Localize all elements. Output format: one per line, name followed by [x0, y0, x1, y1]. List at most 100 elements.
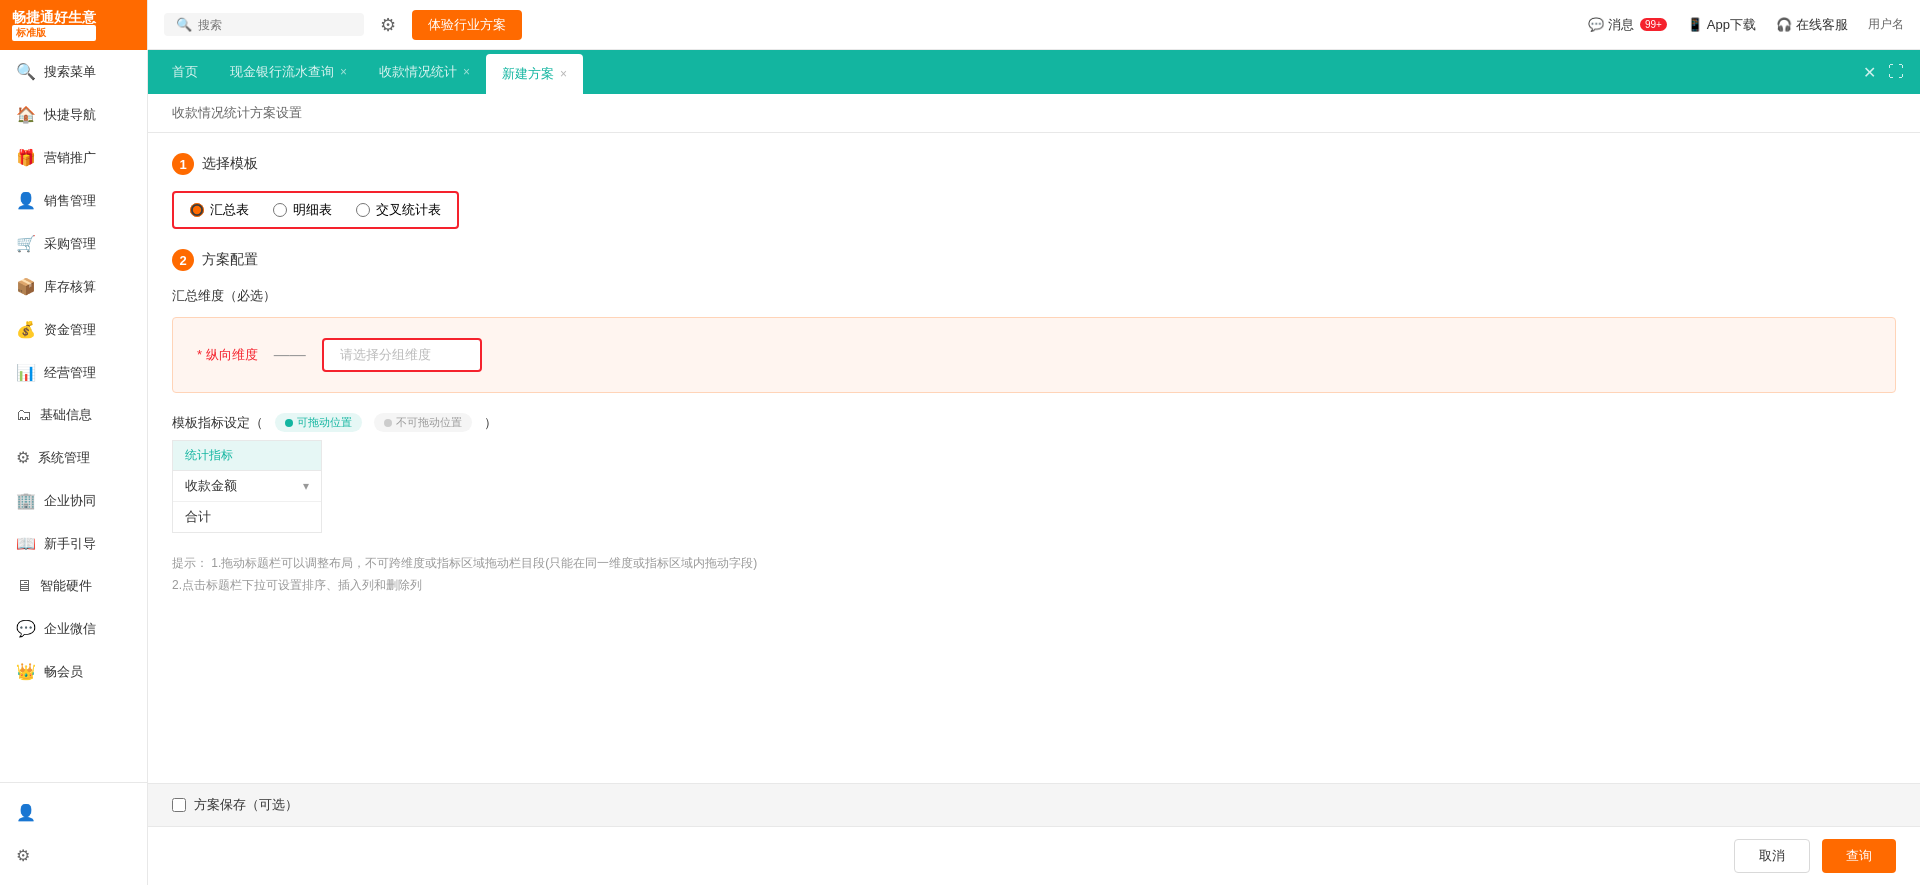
person-icon: 👤	[16, 803, 36, 822]
sidebar-item-system[interactable]: ⚙ 系统管理	[0, 436, 147, 479]
tip-1: 提示： 1.拖动标题栏可以调整布局，不可跨维度或指标区域拖动栏目段(只能在同一维…	[172, 553, 1896, 575]
sidebar-item-member[interactable]: 👑 畅会员	[0, 650, 147, 693]
dimension-area: * 纵向维度 —— 请选择分组维度	[172, 317, 1896, 393]
sidebar-label-search-menu: 搜索菜单	[44, 63, 96, 81]
sidebar-item-basic-info[interactable]: 🗂 基础信息	[0, 394, 147, 436]
footer-save: 方案保存（可选）	[148, 783, 1920, 826]
sidebar-logo: 畅捷通好生意 标准版	[0, 0, 147, 50]
metrics-table-header: 统计指标	[173, 441, 321, 471]
user-name: 用户名	[1868, 16, 1904, 33]
sidebar-item-hardware[interactable]: 🖥 智能硬件	[0, 565, 147, 607]
not-draggable-label: 不可拖动位置	[396, 415, 462, 430]
radio-cross[interactable]	[356, 203, 370, 217]
radio-detail[interactable]	[273, 203, 287, 217]
tab-new-plan[interactable]: 新建方案 ×	[486, 54, 583, 94]
message-icon: 💬	[1588, 17, 1604, 32]
search-box[interactable]: 🔍	[164, 13, 364, 36]
tab-collection-stats[interactable]: 收款情况统计 ×	[363, 50, 486, 94]
sidebar-item-bottom2[interactable]: ⚙	[0, 834, 147, 877]
maximize-icon[interactable]: ⛶	[1888, 63, 1904, 81]
form-area: 1 选择模板 汇总表 明细表 交叉统计表	[148, 133, 1920, 783]
sidebar-item-enterprise[interactable]: 🏢 企业协同	[0, 479, 147, 522]
sidebar-item-finance[interactable]: 💰 资金管理	[0, 308, 147, 351]
guide-icon: 📖	[16, 534, 36, 553]
app-download-btn[interactable]: 📱 App下载	[1687, 16, 1756, 34]
search-input[interactable]	[198, 18, 338, 32]
section1-header: 1 选择模板	[172, 153, 1896, 175]
sidebar-item-search-menu[interactable]: 🔍 搜索菜单	[0, 50, 147, 93]
metrics-table-row: 收款金额▾	[173, 471, 321, 502]
tab-cash-flow[interactable]: 现金银行流水查询 ×	[214, 50, 363, 94]
sidebar-item-bottom1[interactable]: 👤	[0, 791, 147, 834]
tab-label-new-plan: 新建方案	[502, 65, 554, 83]
radio-detail-label: 明细表	[293, 201, 332, 219]
tabbar: 首页 现金银行流水查询 × 收款情况统计 × 新建方案 × ✕ ⛶	[148, 50, 1920, 94]
sidebar-label-system: 系统管理	[38, 449, 90, 467]
sidebar-item-marketing[interactable]: 🎁 营销推广	[0, 136, 147, 179]
member-icon: 👑	[16, 662, 36, 681]
sidebar-item-purchase[interactable]: 🛒 采购管理	[0, 222, 147, 265]
sidebar-item-quick-nav[interactable]: 🏠 快捷导航	[0, 93, 147, 136]
service-icon: 🎧	[1776, 17, 1792, 32]
tab-label-collection-stats: 收款情况统计	[379, 63, 457, 81]
page-title: 收款情况统计方案设置	[148, 94, 1920, 133]
settings-icon: ⚙	[16, 846, 30, 865]
wechat-icon: 💬	[16, 619, 36, 638]
query-button[interactable]: 查询	[1822, 839, 1896, 873]
sidebar-label-operations: 经营管理	[44, 364, 96, 382]
marketing-icon: 🎁	[16, 148, 36, 167]
section1-number: 1	[172, 153, 194, 175]
sidebar-item-guide[interactable]: 📖 新手引导	[0, 522, 147, 565]
template-option-summary[interactable]: 汇总表	[190, 201, 249, 219]
template-option-cross[interactable]: 交叉统计表	[356, 201, 441, 219]
online-service-btn[interactable]: 🎧 在线客服	[1776, 16, 1848, 34]
section2-header: 2 方案配置	[172, 249, 1896, 271]
section2: 2 方案配置 汇总维度（必选） * 纵向维度 —— 请选择分组维度	[172, 249, 1896, 596]
close-all-icon[interactable]: ✕	[1863, 63, 1876, 82]
quick-nav-icon: 🏠	[16, 105, 36, 124]
search-menu-icon: 🔍	[16, 62, 36, 81]
section1-title: 选择模板	[202, 155, 258, 173]
sidebar-item-wechat[interactable]: 💬 企业微信	[0, 607, 147, 650]
radio-cross-label: 交叉统计表	[376, 201, 441, 219]
dimension-select-box[interactable]: 请选择分组维度	[322, 338, 482, 372]
gear-icon[interactable]: ⚙	[380, 14, 396, 36]
tab-home[interactable]: 首页	[156, 50, 214, 94]
badge-not-draggable: 不可拖动位置	[374, 413, 472, 432]
messages-btn[interactable]: 💬 消息 99+	[1588, 16, 1667, 34]
sidebar: 畅捷通好生意 标准版 🔍 搜索菜单 🏠 快捷导航 🎁 营销推广 👤 销售管理 🛒…	[0, 0, 148, 885]
sidebar-label-enterprise: 企业协同	[44, 492, 96, 510]
metric-settings-label: 模板指标设定（	[172, 414, 263, 432]
sidebar-bottom: 👤 ⚙	[0, 782, 147, 885]
tab-label-home: 首页	[172, 63, 198, 81]
purchase-icon: 🛒	[16, 234, 36, 253]
finance-icon: 💰	[16, 320, 36, 339]
tab-close-new-plan[interactable]: ×	[560, 67, 567, 81]
save-plan-checkbox[interactable]	[172, 798, 186, 812]
template-option-detail[interactable]: 明细表	[273, 201, 332, 219]
tip-2: 2.点击标题栏下拉可设置排序、插入列和删除列	[172, 575, 1896, 597]
industry-btn[interactable]: 体验行业方案	[412, 10, 522, 40]
tab-close-collection-stats[interactable]: ×	[463, 65, 470, 79]
badge-draggable: 可拖动位置	[275, 413, 362, 432]
sidebar-item-sales[interactable]: 👤 销售管理	[0, 179, 147, 222]
radio-summary-label: 汇总表	[210, 201, 249, 219]
radio-summary[interactable]	[190, 203, 204, 217]
messages-badge: 99+	[1640, 18, 1667, 31]
template-select-area: 汇总表 明细表 交叉统计表	[172, 191, 459, 229]
system-icon: ⚙	[16, 448, 30, 467]
sidebar-item-inventory[interactable]: 📦 库存核算	[0, 265, 147, 308]
tab-label-cash-flow: 现金银行流水查询	[230, 63, 334, 81]
chevron-down-icon[interactable]: ▾	[303, 479, 309, 493]
save-plan-label: 方案保存（可选）	[194, 796, 298, 814]
tab-close-cash-flow[interactable]: ×	[340, 65, 347, 79]
messages-label: 消息	[1608, 16, 1634, 34]
section2-title: 方案配置	[202, 251, 258, 269]
section2-number: 2	[172, 249, 194, 271]
metric-settings-suffix: ）	[484, 414, 497, 432]
cancel-button[interactable]: 取消	[1734, 839, 1810, 873]
dimension-placeholder: 请选择分组维度	[340, 346, 431, 364]
sidebar-item-operations[interactable]: 📊 经营管理	[0, 351, 147, 394]
topbar-right: 💬 消息 99+ 📱 App下载 🎧 在线客服 用户名	[1588, 16, 1904, 34]
hardware-icon: 🖥	[16, 577, 32, 595]
